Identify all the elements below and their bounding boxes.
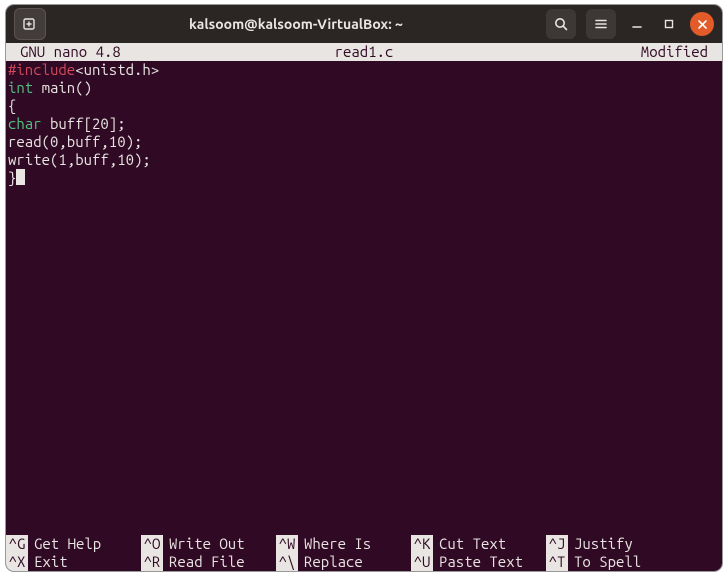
key: ^X (6, 553, 28, 571)
minimize-icon (631, 18, 643, 30)
label: Read File (169, 553, 245, 571)
editor-content[interactable]: #include<unistd.h> int main() { char buf… (6, 61, 722, 187)
label: Replace (304, 553, 363, 571)
label: Cut Text (439, 535, 506, 553)
kw-int: int (8, 79, 33, 96)
key: ^W (276, 535, 298, 553)
shortcut-where-is[interactable]: ^W Where Is (276, 535, 411, 553)
hamburger-icon (593, 16, 609, 32)
key: ^R (141, 553, 163, 571)
shortcut-cut-text[interactable]: ^K Cut Text (411, 535, 546, 553)
shortcut-write-out[interactable]: ^O Write Out (141, 535, 276, 553)
shortcut-get-help[interactable]: ^G Get Help (6, 535, 141, 553)
key: ^G (6, 535, 28, 553)
kw-include: #include (8, 61, 75, 78)
close-icon (697, 19, 708, 30)
new-tab-button[interactable] (14, 8, 46, 40)
key: ^K (411, 535, 433, 553)
code-text: } (8, 169, 16, 186)
cursor (16, 169, 25, 185)
minimize-button[interactable] (626, 13, 648, 35)
shortcut-exit[interactable]: ^X Exit (6, 553, 141, 571)
key: ^O (141, 535, 163, 553)
label: To Spell (574, 553, 641, 571)
window-title: kalsoom@kalsoom-VirtualBox: ~ (54, 16, 538, 32)
label: Paste Text (439, 553, 523, 571)
label: Exit (34, 553, 68, 571)
shortcut-read-file[interactable]: ^R Read File (141, 553, 276, 571)
key: ^\ (276, 553, 298, 571)
code-text: write(1,buff,10); (8, 151, 151, 168)
kw-char: char (8, 115, 42, 132)
shortcut-row-1: ^G Get Help ^O Write Out ^W Where Is ^K Cut … (6, 535, 722, 553)
maximize-icon (663, 18, 675, 30)
maximize-button[interactable] (658, 13, 680, 35)
code-text: { (8, 97, 16, 114)
terminal-window: kalsoom@kalsoom-VirtualBox: ~ (6, 5, 722, 571)
search-icon (553, 16, 569, 32)
search-button[interactable] (546, 9, 576, 39)
shortcut-to-spell[interactable]: ^T To Spell (546, 553, 681, 571)
titlebar: kalsoom@kalsoom-VirtualBox: ~ (6, 5, 722, 43)
label: Get Help (34, 535, 101, 553)
shortcut-justify[interactable]: ^J Justify (546, 535, 681, 553)
terminal-body[interactable]: GNU nano 4.8 read1.c Modified #include<u… (6, 43, 722, 571)
key: ^U (411, 553, 433, 571)
new-tab-icon (22, 16, 38, 32)
label: Where Is (304, 535, 371, 553)
shortcut-row-2: ^X Exit ^R Read File ^\ Replace ^U Paste Tex… (6, 553, 722, 571)
label: Write Out (169, 535, 245, 553)
label: Justify (574, 535, 633, 553)
titlebar-right (546, 9, 714, 39)
nano-filename: read1.c (6, 43, 722, 61)
close-button[interactable] (690, 12, 714, 36)
titlebar-left (14, 8, 46, 40)
key: ^J (546, 535, 568, 553)
code-text: read(0,buff,10); (8, 133, 142, 150)
code-text: <unistd.h> (75, 61, 159, 78)
key: ^T (546, 553, 568, 571)
nano-shortcuts: ^G Get Help ^O Write Out ^W Where Is ^K Cut … (6, 535, 722, 571)
menu-button[interactable] (586, 9, 616, 39)
code-text: buff[20]; (42, 115, 126, 132)
nano-header: GNU nano 4.8 read1.c Modified (6, 43, 722, 61)
shortcut-paste-text[interactable]: ^U Paste Text (411, 553, 546, 571)
shortcut-replace[interactable]: ^\ Replace (276, 553, 411, 571)
nano-status: Modified (641, 43, 708, 61)
code-text: main() (33, 79, 92, 96)
